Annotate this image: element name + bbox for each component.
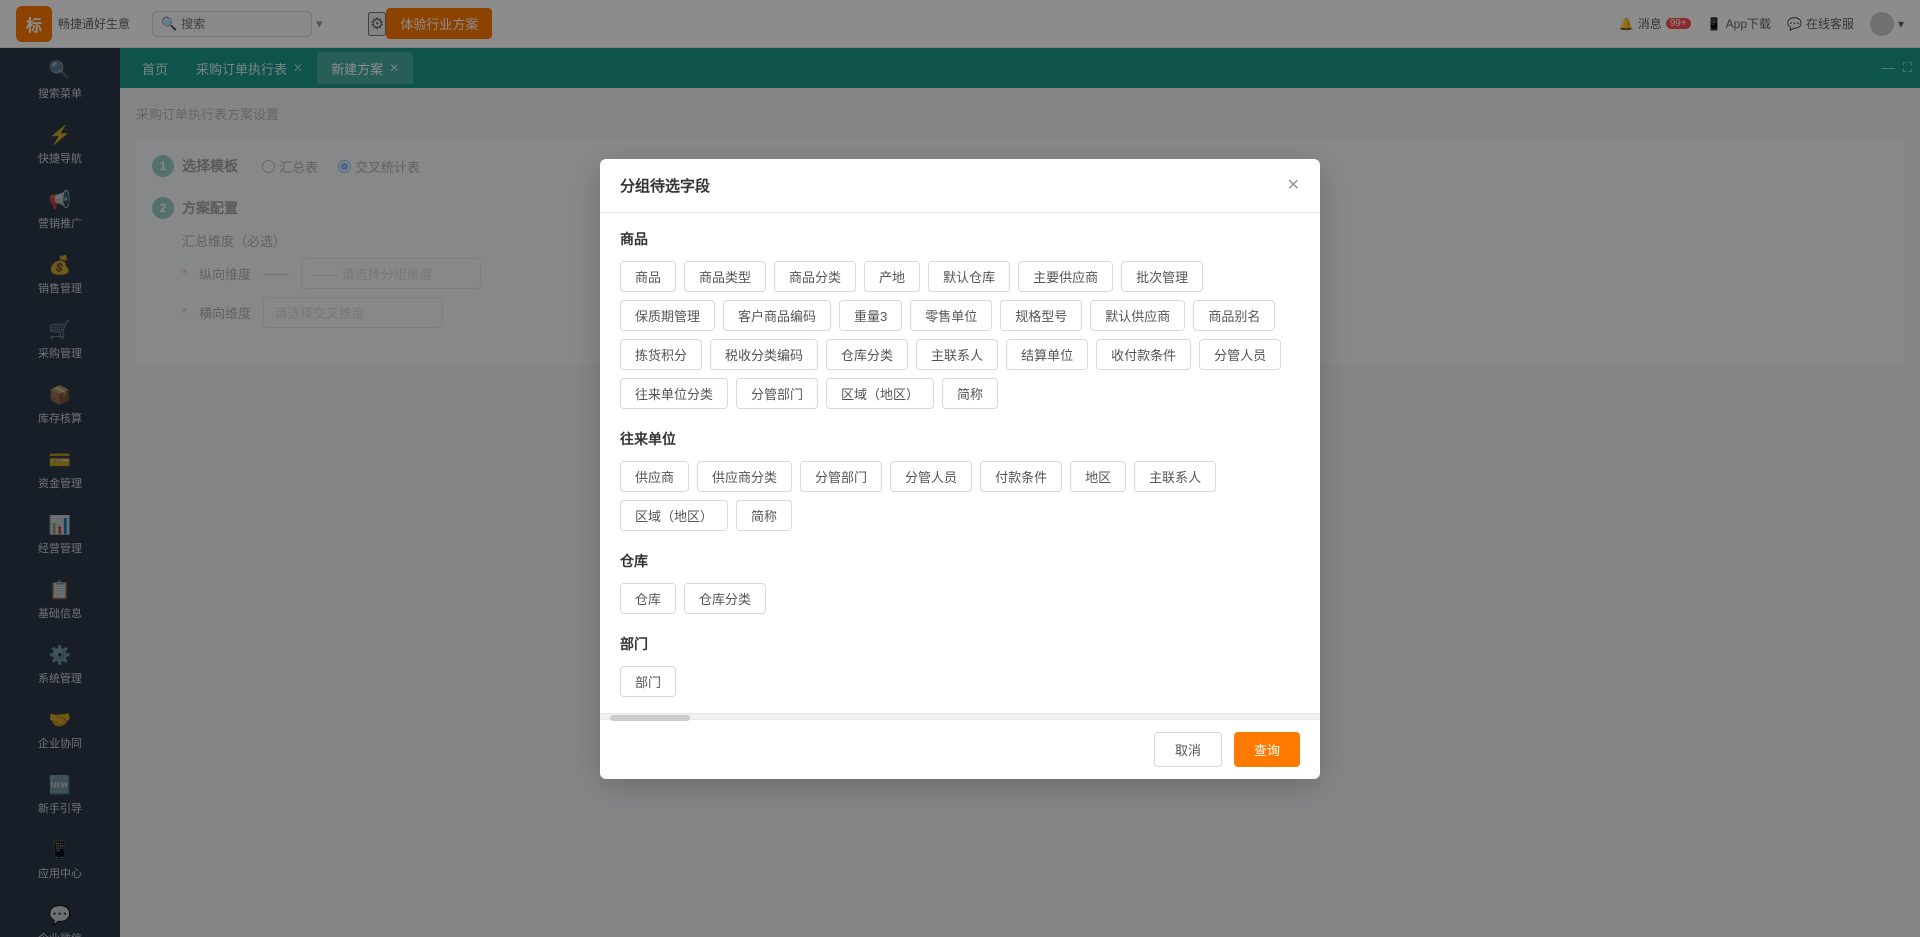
field-group-product-title: 商品 — [620, 229, 1300, 249]
field-tag-counterpart-主联系人[interactable]: 主联系人 — [1134, 461, 1216, 492]
field-group-counterpart: 往来单位 供应商 供应商分类 分管部门 分管人员 付款条件 地区 主联系人 区域… — [620, 429, 1300, 531]
confirm-button[interactable]: 查询 — [1234, 732, 1300, 767]
field-group-department: 部门 部门 — [620, 634, 1300, 697]
modal-hscroll-thumb[interactable] — [610, 715, 690, 721]
modal-overlay: 分组待选字段 ✕ 商品 商品 商品类型 商品分类 产地 默认仓库 主要供应商 批… — [0, 0, 1920, 937]
field-tag-product-客户商品编码[interactable]: 客户商品编码 — [723, 300, 831, 331]
field-tag-counterpart-简称[interactable]: 简称 — [736, 500, 792, 531]
field-group-warehouse-tags: 仓库 仓库分类 — [620, 583, 1300, 614]
field-tag-product-商品别名[interactable]: 商品别名 — [1193, 300, 1275, 331]
field-group-department-title: 部门 — [620, 634, 1300, 654]
modal-body: 商品 商品 商品类型 商品分类 产地 默认仓库 主要供应商 批次管理 保质期管理… — [600, 213, 1320, 713]
field-tag-product-默认仓库[interactable]: 默认仓库 — [928, 261, 1010, 292]
field-tag-counterpart-分管部门[interactable]: 分管部门 — [800, 461, 882, 492]
field-tag-product-结算单位[interactable]: 结算单位 — [1006, 339, 1088, 370]
modal-horizontal-scrollbar[interactable] — [600, 713, 1320, 719]
field-group-product: 商品 商品 商品类型 商品分类 产地 默认仓库 主要供应商 批次管理 保质期管理… — [620, 229, 1300, 409]
field-tag-counterpart-供应商[interactable]: 供应商 — [620, 461, 689, 492]
field-tag-product-商品类型[interactable]: 商品类型 — [684, 261, 766, 292]
field-tag-product-批次管理[interactable]: 批次管理 — [1121, 261, 1203, 292]
field-tag-product-简称[interactable]: 简称 — [942, 378, 998, 409]
cancel-button[interactable]: 取消 — [1154, 732, 1222, 767]
field-tag-product-分管部门[interactable]: 分管部门 — [736, 378, 818, 409]
field-tag-product-税收分类编码[interactable]: 税收分类编码 — [710, 339, 818, 370]
field-tag-product-商品[interactable]: 商品 — [620, 261, 676, 292]
field-tag-product-默认供应商[interactable]: 默认供应商 — [1090, 300, 1185, 331]
field-tag-product-拣货积分[interactable]: 拣货积分 — [620, 339, 702, 370]
field-tag-department-部门[interactable]: 部门 — [620, 666, 676, 697]
field-tag-product-规格型号[interactable]: 规格型号 — [1000, 300, 1082, 331]
field-group-counterpart-title: 往来单位 — [620, 429, 1300, 449]
field-tag-product-产地[interactable]: 产地 — [864, 261, 920, 292]
modal-close-button[interactable]: ✕ — [1287, 175, 1300, 195]
field-tag-product-分管人员[interactable]: 分管人员 — [1199, 339, 1281, 370]
field-select-modal: 分组待选字段 ✕ 商品 商品 商品类型 商品分类 产地 默认仓库 主要供应商 批… — [600, 159, 1320, 779]
field-tag-counterpart-付款条件[interactable]: 付款条件 — [980, 461, 1062, 492]
field-group-counterpart-tags: 供应商 供应商分类 分管部门 分管人员 付款条件 地区 主联系人 区域（地区） … — [620, 461, 1300, 531]
field-group-warehouse-title: 仓库 — [620, 551, 1300, 571]
field-tag-warehouse-仓库分类[interactable]: 仓库分类 — [684, 583, 766, 614]
field-tag-product-主要供应商[interactable]: 主要供应商 — [1018, 261, 1113, 292]
modal-title: 分组待选字段 — [620, 175, 710, 196]
field-tag-product-区域地区[interactable]: 区域（地区） — [826, 378, 934, 409]
field-tag-product-主联系人[interactable]: 主联系人 — [916, 339, 998, 370]
field-tag-product-收付款条件[interactable]: 收付款条件 — [1096, 339, 1191, 370]
modal-header: 分组待选字段 ✕ — [600, 159, 1320, 213]
field-tag-counterpart-区域地区[interactable]: 区域（地区） — [620, 500, 728, 531]
field-tag-product-往来单位分类[interactable]: 往来单位分类 — [620, 378, 728, 409]
field-tag-product-保质期管理[interactable]: 保质期管理 — [620, 300, 715, 331]
modal-footer: 取消 查询 — [600, 719, 1320, 779]
field-tag-counterpart-分管人员[interactable]: 分管人员 — [890, 461, 972, 492]
field-group-department-tags: 部门 — [620, 666, 1300, 697]
field-tag-product-重量3[interactable]: 重量3 — [839, 300, 902, 331]
field-tag-warehouse-仓库[interactable]: 仓库 — [620, 583, 676, 614]
field-tag-counterpart-地区[interactable]: 地区 — [1070, 461, 1126, 492]
field-group-product-tags: 商品 商品类型 商品分类 产地 默认仓库 主要供应商 批次管理 保质期管理 客户… — [620, 261, 1300, 409]
field-tag-product-零售单位[interactable]: 零售单位 — [910, 300, 992, 331]
field-tag-product-商品分类[interactable]: 商品分类 — [774, 261, 856, 292]
field-tag-counterpart-供应商分类[interactable]: 供应商分类 — [697, 461, 792, 492]
field-tag-product-仓库分类[interactable]: 仓库分类 — [826, 339, 908, 370]
field-group-warehouse: 仓库 仓库 仓库分类 — [620, 551, 1300, 614]
